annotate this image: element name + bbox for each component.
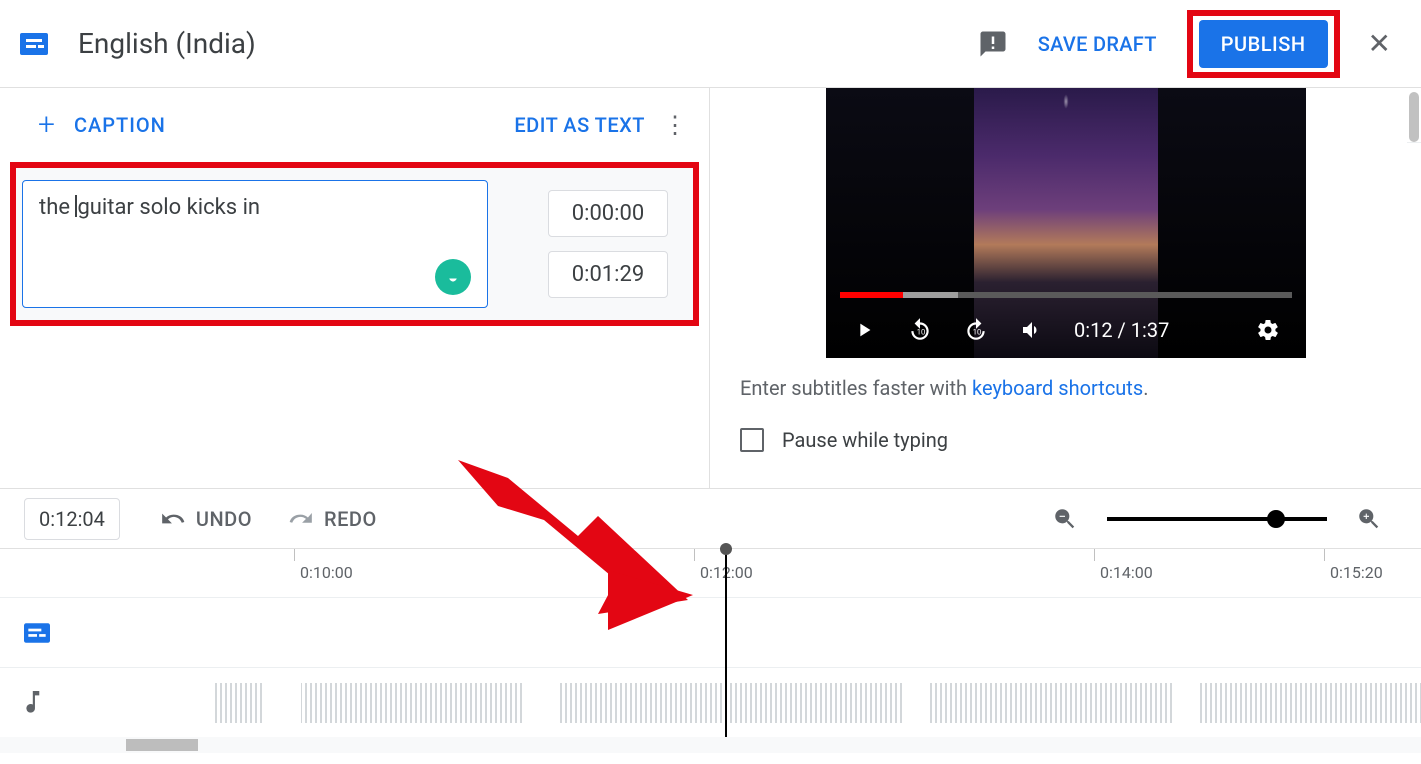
preview-scrollbar[interactable] bbox=[1407, 88, 1421, 488]
zoom-slider[interactable] bbox=[1107, 517, 1327, 521]
captions-toolbar: + CAPTION EDIT AS TEXT ⋮ bbox=[0, 88, 709, 162]
ruler-tick: 0:15:20 bbox=[1330, 563, 1383, 582]
waveform bbox=[190, 683, 1421, 723]
playhead-time-input[interactable]: 0:12:04 bbox=[24, 498, 120, 540]
shortcuts-hint: Enter subtitles faster with keyboard sho… bbox=[740, 376, 1401, 400]
annotation-publish-highlight: PUBLISH bbox=[1187, 10, 1340, 78]
music-note-icon bbox=[24, 691, 52, 715]
redo-button[interactable]: REDO bbox=[288, 506, 377, 532]
redo-label: REDO bbox=[324, 507, 377, 531]
more-menu-button[interactable]: ⋮ bbox=[663, 111, 687, 139]
video-time-readout: 0:12 / 1:37 bbox=[1074, 318, 1169, 342]
edit-as-text-button[interactable]: EDIT AS TEXT bbox=[514, 113, 645, 137]
timeline[interactable]: 0:10:000:12:000:14:000:15:20 bbox=[0, 548, 1421, 748]
text-cursor bbox=[75, 195, 77, 217]
playhead[interactable] bbox=[725, 549, 727, 748]
caption-times: 0:00:00 0:01:29 bbox=[548, 190, 678, 312]
svg-text:10: 10 bbox=[917, 327, 926, 336]
zoom-slider-handle[interactable] bbox=[1267, 510, 1285, 528]
captions-track[interactable] bbox=[0, 597, 1421, 667]
editor-content: + CAPTION EDIT AS TEXT ⋮ the guitar solo… bbox=[0, 88, 1421, 488]
caption-text-input[interactable]: the guitar solo kicks in bbox=[22, 180, 488, 308]
caption-end-time[interactable]: 0:01:29 bbox=[548, 251, 668, 298]
save-draft-button[interactable]: SAVE DRAFT bbox=[1038, 32, 1157, 56]
preview-pane: 10 10 0:12 / 1:37 Enter subtitles faster… bbox=[710, 88, 1421, 488]
pause-while-typing-checkbox[interactable] bbox=[740, 428, 764, 452]
publish-button[interactable]: PUBLISH bbox=[1199, 20, 1328, 68]
pause-while-typing-label: Pause while typing bbox=[782, 428, 948, 452]
keyboard-shortcuts-link[interactable]: keyboard shortcuts bbox=[972, 376, 1143, 400]
timeline-scrollbar[interactable] bbox=[0, 737, 1421, 753]
caption-text-post: guitar solo kicks in bbox=[77, 195, 260, 220]
settings-button[interactable] bbox=[1248, 310, 1288, 350]
playhead-knob[interactable] bbox=[720, 543, 732, 555]
close-button[interactable]: ✕ bbox=[1358, 21, 1401, 66]
caption-text-pre: the bbox=[39, 195, 75, 220]
audio-track[interactable] bbox=[0, 667, 1421, 737]
subtitles-icon bbox=[20, 33, 48, 55]
ruler-tick: 0:14:00 bbox=[1100, 563, 1153, 582]
plus-icon: + bbox=[38, 110, 56, 140]
forward-10-button[interactable]: 10 bbox=[956, 310, 996, 350]
undo-label: UNDO bbox=[196, 507, 252, 531]
rewind-10-button[interactable]: 10 bbox=[900, 310, 940, 350]
caption-start-time[interactable]: 0:00:00 bbox=[548, 190, 668, 237]
timeline-toolbar: 0:12:04 UNDO REDO bbox=[0, 488, 1421, 548]
video-player[interactable]: 10 10 0:12 / 1:37 bbox=[826, 88, 1306, 358]
progress-played bbox=[840, 292, 903, 298]
play-button[interactable] bbox=[844, 310, 884, 350]
editor-header: English (India) SAVE DRAFT PUBLISH ✕ bbox=[0, 0, 1421, 88]
add-caption-label: CAPTION bbox=[74, 113, 166, 137]
svg-text:10: 10 bbox=[973, 327, 982, 336]
emoji-picker-button[interactable] bbox=[435, 259, 471, 295]
volume-button[interactable] bbox=[1012, 310, 1052, 350]
zoom-out-button[interactable] bbox=[1051, 505, 1079, 533]
pause-while-typing-row: Pause while typing bbox=[740, 428, 1401, 452]
language-title: English (India) bbox=[78, 27, 256, 60]
video-controls: 10 10 0:12 / 1:37 bbox=[826, 302, 1306, 358]
time-ruler[interactable]: 0:10:000:12:000:14:000:15:20 bbox=[0, 549, 1421, 597]
undo-button[interactable]: UNDO bbox=[160, 506, 252, 532]
add-caption-button[interactable]: + CAPTION bbox=[38, 110, 166, 140]
feedback-icon[interactable] bbox=[978, 29, 1008, 59]
zoom-in-button[interactable] bbox=[1355, 505, 1383, 533]
ruler-tick: 0:10:00 bbox=[300, 563, 353, 582]
progress-bar[interactable] bbox=[840, 292, 1292, 298]
subtitles-icon bbox=[24, 623, 52, 643]
